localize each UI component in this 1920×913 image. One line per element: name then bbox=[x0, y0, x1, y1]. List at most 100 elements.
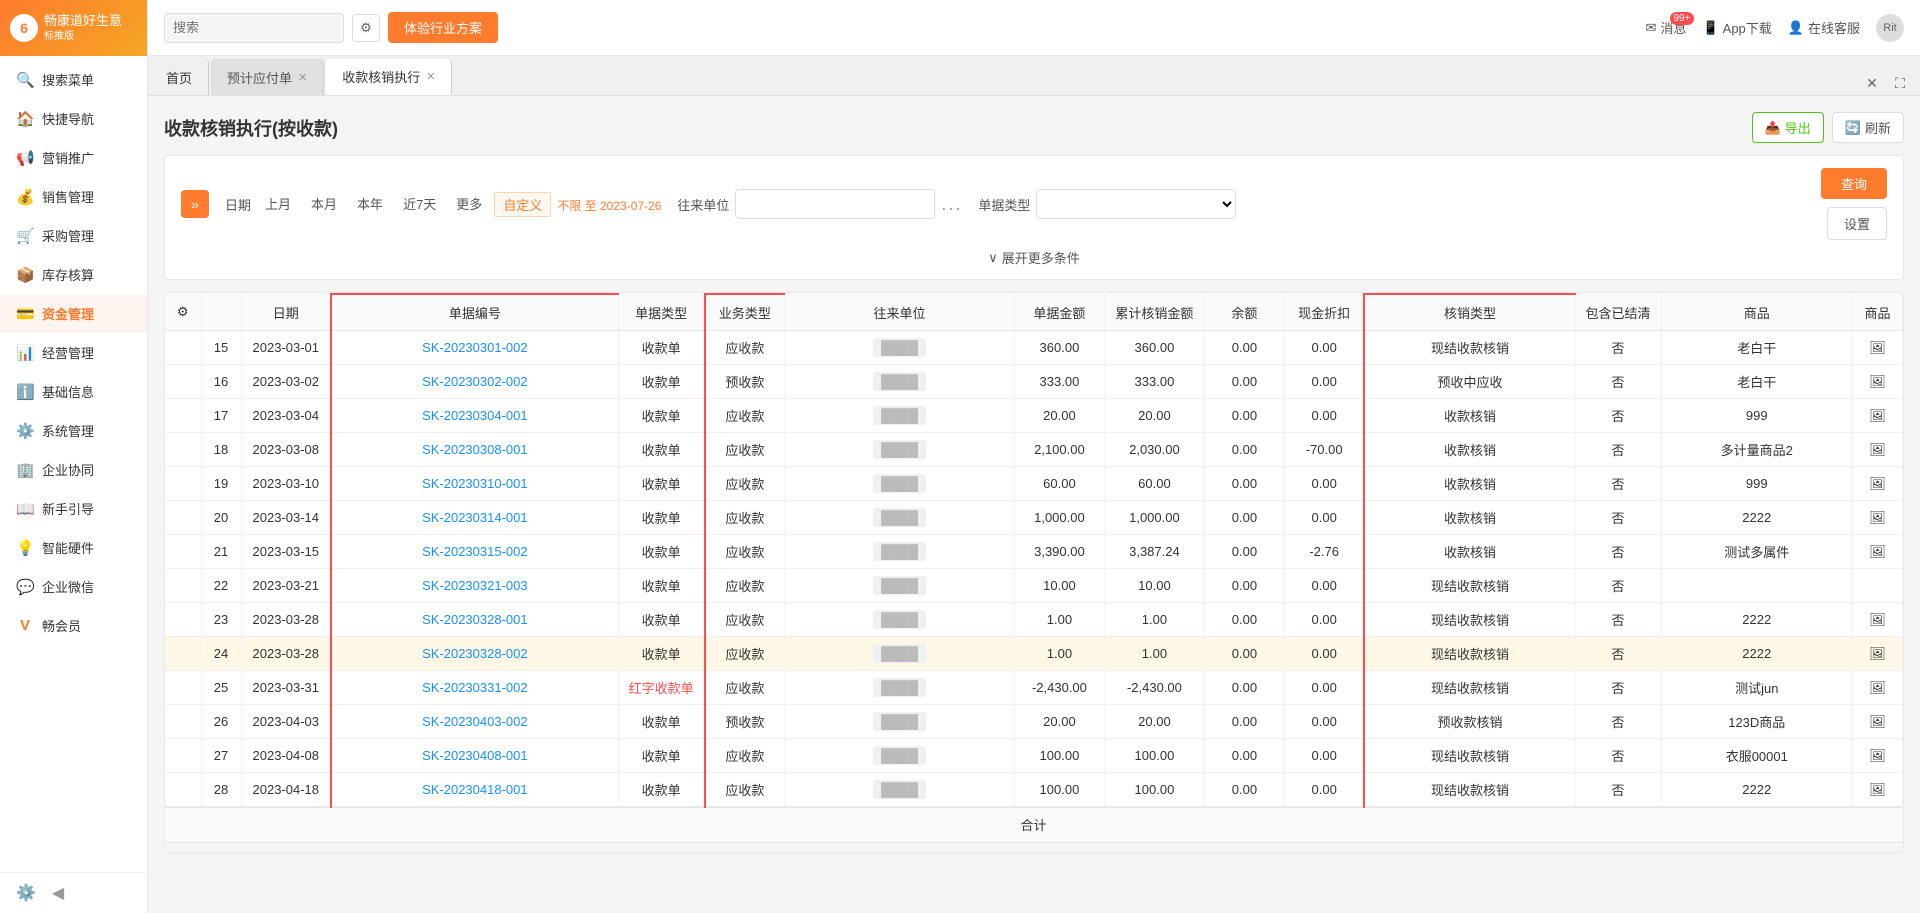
sidebar-item-system[interactable]: ⚙️ 系统管理 bbox=[0, 411, 147, 450]
table-cell[interactable]: SK-20230301-002 bbox=[331, 331, 618, 365]
bill-no-link[interactable]: SK-20230302-002 bbox=[422, 374, 528, 389]
table-cell: 17 bbox=[201, 399, 241, 433]
settings-gear-button[interactable]: ⚙ bbox=[352, 14, 380, 42]
sidebar-item-marketing[interactable]: 📢 营销推广 bbox=[0, 138, 147, 177]
messages-button[interactable]: ✉ 消息 99+ bbox=[1646, 18, 1687, 37]
expand-more-button[interactable]: ∨ 展开更多条件 bbox=[988, 248, 1080, 267]
table-cell[interactable]: SK-20230418-001 bbox=[331, 773, 618, 808]
sidebar-item-hardware[interactable]: 💡 智能硬件 bbox=[0, 528, 147, 567]
refresh-button[interactable]: 🔄 刷新 bbox=[1832, 112, 1904, 143]
sidebar-item-finance[interactable]: 💳 资金管理 bbox=[0, 294, 147, 333]
sidebar-item-quick-nav[interactable]: 🏠 快捷导航 bbox=[0, 99, 147, 138]
maximize-tab-button[interactable]: ⛶ bbox=[1888, 71, 1912, 95]
bill-no-link[interactable]: SK-20230331-002 bbox=[422, 680, 528, 695]
sidebar-item-sales[interactable]: 💰 销售管理 bbox=[0, 177, 147, 216]
bill-no-link[interactable]: SK-20230301-002 bbox=[422, 340, 528, 355]
table-cell[interactable]: SK-20230315-002 bbox=[331, 535, 618, 569]
col-header-balance[interactable]: 余额 bbox=[1204, 294, 1284, 331]
date-opt-this-month[interactable]: 本月 bbox=[303, 192, 345, 217]
bill-no-link[interactable]: SK-20230314-001 bbox=[422, 510, 528, 525]
col-header-cash-disc[interactable]: 现金折扣 bbox=[1284, 294, 1364, 331]
col-header-bill-type[interactable]: 单据类型 bbox=[618, 294, 705, 331]
collapse-icon[interactable]: ◀ bbox=[52, 883, 64, 903]
table-cell: 否 bbox=[1575, 773, 1661, 808]
sidebar-item-wechat[interactable]: 💬 企业微信 bbox=[0, 567, 147, 606]
user-avatar[interactable]: Rit bbox=[1876, 14, 1904, 42]
sidebar-item-enterprise[interactable]: 🏢 企业协同 bbox=[0, 450, 147, 489]
col-header-write-off[interactable]: 累计核销金额 bbox=[1104, 294, 1204, 331]
date-opt-more[interactable]: 更多 bbox=[448, 192, 490, 217]
table-cell: -2,430.00 bbox=[1104, 671, 1204, 705]
sidebar-item-guide[interactable]: 📖 新手引导 bbox=[0, 489, 147, 528]
table-cell[interactable]: SK-20230304-001 bbox=[331, 399, 618, 433]
bill-no-link[interactable]: SK-20230418-001 bbox=[422, 782, 528, 797]
col-header-biz-type[interactable]: 业务类型 bbox=[705, 294, 785, 331]
col-header-thumb[interactable]: 商品 bbox=[1853, 294, 1903, 331]
tab-write-off[interactable]: 收款核销执行 ✕ bbox=[326, 59, 452, 95]
query-button[interactable]: 查询 bbox=[1821, 168, 1887, 199]
table-cell[interactable]: SK-20230314-001 bbox=[331, 501, 618, 535]
bill-no-link[interactable]: SK-20230328-001 bbox=[422, 612, 528, 627]
col-header-partner[interactable]: 往来单位 bbox=[785, 294, 1015, 331]
table-cell: 收款核销 bbox=[1364, 467, 1575, 501]
bill-no-link[interactable]: SK-20230408-001 bbox=[422, 748, 528, 763]
bill-no-link[interactable]: SK-20230321-003 bbox=[422, 578, 528, 593]
table-cell[interactable]: SK-20230321-003 bbox=[331, 569, 618, 603]
col-header-amount[interactable]: 单据金额 bbox=[1014, 294, 1104, 331]
col-header-inc-settled[interactable]: 包含已结清 bbox=[1575, 294, 1661, 331]
table-scrollbar[interactable] bbox=[165, 842, 1903, 852]
bill-no-link[interactable]: SK-20230308-001 bbox=[422, 442, 528, 457]
table-cell: 1.00 bbox=[1104, 603, 1204, 637]
table-cell[interactable]: SK-20230302-002 bbox=[331, 365, 618, 399]
col-header-wo-type[interactable]: 核销类型 bbox=[1364, 294, 1575, 331]
bill-no-link[interactable]: SK-20230310-001 bbox=[422, 476, 528, 491]
date-opt-this-year[interactable]: 本年 bbox=[349, 192, 391, 217]
bill-no-link[interactable]: SK-20230403-002 bbox=[422, 714, 528, 729]
sidebar-item-operation[interactable]: 📊 经营管理 bbox=[0, 333, 147, 372]
table-cell: 应收款 bbox=[705, 535, 785, 569]
table-cell: 1.00 bbox=[1014, 603, 1104, 637]
sidebar-item-basic[interactable]: ℹ️ 基础信息 bbox=[0, 372, 147, 411]
table-cell[interactable]: SK-20230308-001 bbox=[331, 433, 618, 467]
sidebar-item-search[interactable]: 🔍 搜索菜单 bbox=[0, 60, 147, 99]
sidebar-item-member[interactable]: V 畅会员 bbox=[0, 606, 147, 645]
tab-pre-receivable-close[interactable]: ✕ bbox=[298, 71, 307, 84]
online-service-button[interactable]: 👤 在线客服 bbox=[1788, 18, 1860, 37]
filter-settings-button[interactable]: 设置 bbox=[1827, 207, 1887, 240]
table-cell[interactable]: SK-20230328-002 bbox=[331, 637, 618, 671]
filter-expand-button[interactable]: » bbox=[181, 190, 209, 218]
date-opt-custom[interactable]: 自定义 bbox=[494, 192, 551, 217]
bill-no-link[interactable]: SK-20230315-002 bbox=[422, 544, 528, 559]
sidebar-item-purchase[interactable]: 🛒 采购管理 bbox=[0, 216, 147, 255]
table-cell: 现结收款核销 bbox=[1364, 569, 1575, 603]
col-header-goods[interactable]: 商品 bbox=[1661, 294, 1852, 331]
tab-write-off-close[interactable]: ✕ bbox=[426, 70, 435, 83]
sidebar-item-inventory[interactable]: 📦 库存核算 bbox=[0, 255, 147, 294]
partner-input[interactable] bbox=[735, 189, 935, 219]
search-input[interactable] bbox=[164, 13, 344, 43]
tab-home[interactable]: 首页 bbox=[150, 59, 209, 95]
date-opt-7days[interactable]: 近7天 bbox=[395, 192, 444, 217]
tab-pre-receivable[interactable]: 预计应付单 ✕ bbox=[211, 59, 324, 95]
export-button[interactable]: 📤 导出 bbox=[1752, 112, 1824, 143]
table-cell: 预收款 bbox=[705, 365, 785, 399]
table-cell bbox=[165, 603, 201, 637]
date-opt-last-month[interactable]: 上月 bbox=[257, 192, 299, 217]
col-header-icon[interactable]: ⚙ bbox=[165, 294, 201, 331]
close-tab-button[interactable]: ✕ bbox=[1860, 71, 1884, 95]
col-header-bill-no[interactable]: 单据编号 bbox=[331, 294, 618, 331]
table-cell[interactable]: SK-20230328-001 bbox=[331, 603, 618, 637]
data-table: ⚙ 日期 单据编号 单据类型 业务类型 往来单位 单据金额 累计核销金额 余额 … bbox=[165, 293, 1903, 842]
solution-button[interactable]: 体验行业方案 bbox=[388, 12, 498, 43]
bill-no-link[interactable]: SK-20230304-001 bbox=[422, 408, 528, 423]
col-header-date[interactable]: 日期 bbox=[241, 294, 331, 331]
bill-no-link[interactable]: SK-20230328-002 bbox=[422, 646, 528, 661]
table-cell[interactable]: SK-20230331-002 bbox=[331, 671, 618, 705]
settings-icon[interactable]: ⚙️ bbox=[16, 883, 36, 903]
bill-type-select[interactable] bbox=[1036, 189, 1236, 219]
table-cell[interactable]: SK-20230310-001 bbox=[331, 467, 618, 501]
table-cell[interactable]: SK-20230408-001 bbox=[331, 739, 618, 773]
table-cell[interactable]: SK-20230403-002 bbox=[331, 705, 618, 739]
app-download-button[interactable]: 📱 App下载 bbox=[1702, 18, 1771, 37]
date-options: 上月 本月 本年 近7天 更多 自定义 bbox=[257, 192, 551, 217]
